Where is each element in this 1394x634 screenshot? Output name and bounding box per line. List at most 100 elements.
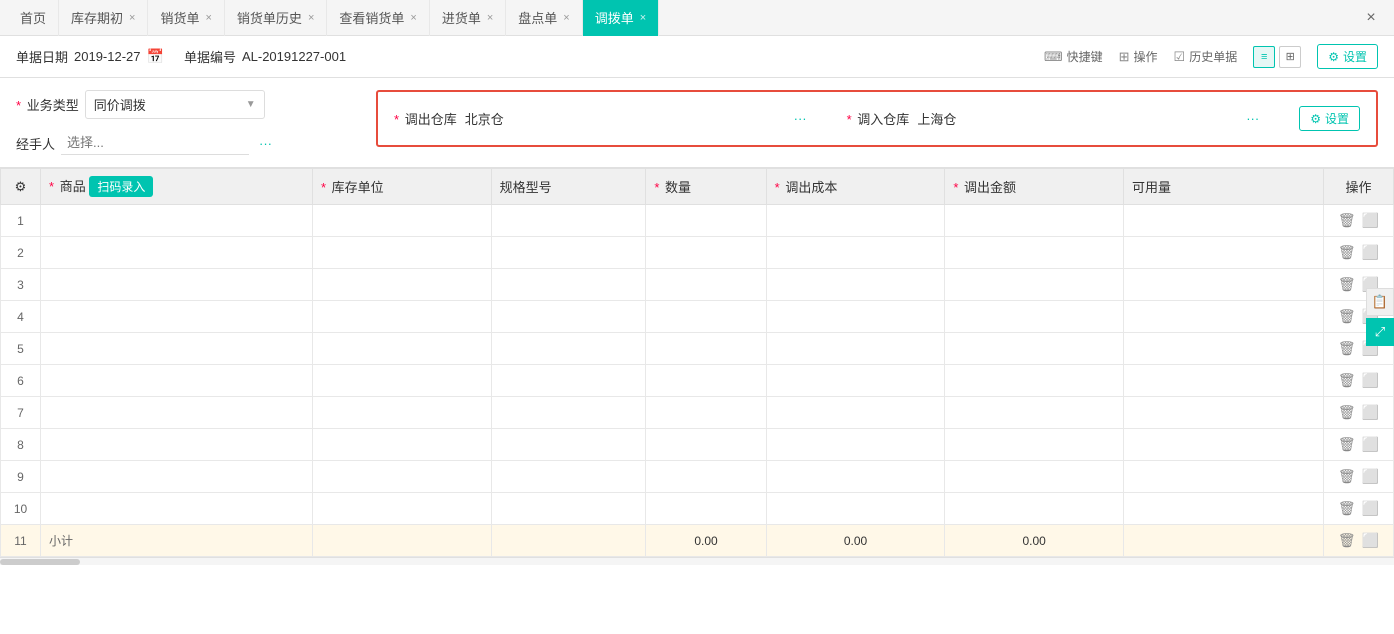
tab-sales-order-close[interactable]: × — [205, 12, 211, 24]
operator-ellipsis-button[interactable]: ··· — [259, 136, 272, 151]
business-type-select[interactable]: 同价调拨 ▼ — [85, 90, 265, 119]
tab-sales-history-close[interactable]: × — [308, 12, 314, 24]
row-spec[interactable] — [491, 397, 646, 429]
warehouse-settings-button[interactable]: ⚙ 设置 — [1299, 106, 1360, 131]
row-available[interactable] — [1124, 397, 1324, 429]
notes-float-button[interactable]: 📋 — [1366, 288, 1394, 316]
row-amount[interactable] — [945, 301, 1124, 333]
row-spec[interactable] — [491, 237, 646, 269]
delete-row-button[interactable]: 🗑 — [1338, 212, 1356, 229]
subtotal-delete-button[interactable]: 🗑 — [1338, 532, 1356, 549]
row-qty[interactable] — [646, 365, 766, 397]
row-cost[interactable] — [766, 301, 945, 333]
row-amount[interactable] — [945, 333, 1124, 365]
tab-inventory-init[interactable]: 库存期初 × — [59, 0, 148, 36]
copy-row-button[interactable]: ⬜ — [1362, 212, 1379, 229]
subtotal-copy-button[interactable]: ⬜ — [1362, 532, 1379, 549]
tab-sales-order[interactable]: 销货单 × — [148, 0, 224, 36]
row-amount[interactable] — [945, 461, 1124, 493]
row-amount[interactable] — [945, 429, 1124, 461]
horizontal-scrollbar[interactable] — [0, 557, 1394, 565]
row-available[interactable] — [1124, 333, 1324, 365]
row-available[interactable] — [1124, 301, 1324, 333]
row-available[interactable] — [1124, 237, 1324, 269]
row-product[interactable] — [41, 301, 313, 333]
row-available[interactable] — [1124, 493, 1324, 525]
window-close-button[interactable]: × — [1356, 3, 1386, 33]
row-qty[interactable] — [646, 493, 766, 525]
row-cost[interactable] — [766, 365, 945, 397]
warehouse-out-ellipsis-button[interactable]: ··· — [794, 111, 807, 126]
row-cost[interactable] — [766, 333, 945, 365]
row-product[interactable] — [41, 397, 313, 429]
row-available[interactable] — [1124, 205, 1324, 237]
row-unit[interactable] — [312, 237, 491, 269]
warehouse-in-ellipsis-button[interactable]: ··· — [1246, 111, 1259, 126]
copy-row-button[interactable]: ⬜ — [1362, 500, 1379, 517]
row-cost[interactable] — [766, 397, 945, 429]
row-unit[interactable] — [312, 301, 491, 333]
row-unit[interactable] — [312, 205, 491, 237]
row-unit[interactable] — [312, 461, 491, 493]
copy-row-button[interactable]: ⬜ — [1362, 404, 1379, 421]
shortcuts-action[interactable]: ⌨ 快捷键 — [1044, 48, 1103, 65]
copy-row-button[interactable]: ⬜ — [1362, 468, 1379, 485]
delete-row-button[interactable]: 🗑 — [1338, 372, 1356, 389]
row-qty[interactable] — [646, 301, 766, 333]
row-available[interactable] — [1124, 365, 1324, 397]
row-qty[interactable] — [646, 461, 766, 493]
row-spec[interactable] — [491, 333, 646, 365]
row-unit[interactable] — [312, 397, 491, 429]
row-unit[interactable] — [312, 333, 491, 365]
operations-action[interactable]: ⊞ 操作 — [1119, 48, 1158, 65]
row-amount[interactable] — [945, 205, 1124, 237]
row-qty[interactable] — [646, 205, 766, 237]
row-amount[interactable] — [945, 269, 1124, 301]
tab-sales-history[interactable]: 销货单历史 × — [225, 0, 327, 36]
col-header-gear[interactable]: ⚙ — [1, 169, 41, 205]
row-amount[interactable] — [945, 365, 1124, 397]
row-spec[interactable] — [491, 493, 646, 525]
copy-row-button[interactable]: ⬜ — [1362, 436, 1379, 453]
settings-button[interactable]: ⚙ 设置 — [1317, 44, 1378, 69]
history-action[interactable]: ☑ 历史单据 — [1174, 48, 1238, 65]
delete-row-button[interactable]: 🗑 — [1338, 276, 1356, 293]
tab-purchase-order[interactable]: 进货单 × — [430, 0, 506, 36]
delete-row-button[interactable]: 🗑 — [1338, 468, 1356, 485]
row-product[interactable] — [41, 429, 313, 461]
copy-row-button[interactable]: ⬜ — [1362, 244, 1379, 261]
row-unit[interactable] — [312, 269, 491, 301]
row-qty[interactable] — [646, 333, 766, 365]
tab-transfer-order[interactable]: 调拨单 × — [583, 0, 659, 36]
row-qty[interactable] — [646, 397, 766, 429]
row-product[interactable] — [41, 461, 313, 493]
row-spec[interactable] — [491, 269, 646, 301]
row-product[interactable] — [41, 493, 313, 525]
row-amount[interactable] — [945, 237, 1124, 269]
row-amount[interactable] — [945, 493, 1124, 525]
expand-float-button[interactable]: ⤢ — [1366, 318, 1394, 346]
tab-home[interactable]: 首页 — [8, 0, 59, 36]
row-spec[interactable] — [491, 205, 646, 237]
calendar-icon[interactable]: 📅 — [147, 48, 164, 65]
row-qty[interactable] — [646, 237, 766, 269]
delete-row-button[interactable]: 🗑 — [1338, 244, 1356, 261]
copy-row-button[interactable]: ⬜ — [1362, 372, 1379, 389]
row-unit[interactable] — [312, 365, 491, 397]
tab-inventory-init-close[interactable]: × — [129, 12, 135, 24]
row-cost[interactable] — [766, 429, 945, 461]
row-unit[interactable] — [312, 429, 491, 461]
tab-purchase-order-close[interactable]: × — [487, 12, 493, 24]
row-spec[interactable] — [491, 429, 646, 461]
tab-view-sales[interactable]: 查看销货单 × — [327, 0, 429, 36]
scrollbar-thumb[interactable] — [0, 559, 80, 565]
operator-input[interactable] — [61, 131, 249, 155]
row-product[interactable] — [41, 269, 313, 301]
delete-row-button[interactable]: 🗑 — [1338, 404, 1356, 421]
row-product[interactable] — [41, 365, 313, 397]
row-spec[interactable] — [491, 461, 646, 493]
tab-inventory-check[interactable]: 盘点单 × — [506, 0, 582, 36]
row-product[interactable] — [41, 237, 313, 269]
delete-row-button[interactable]: 🗑 — [1338, 308, 1356, 325]
grid-view-icon[interactable]: ⊞ — [1279, 46, 1301, 68]
